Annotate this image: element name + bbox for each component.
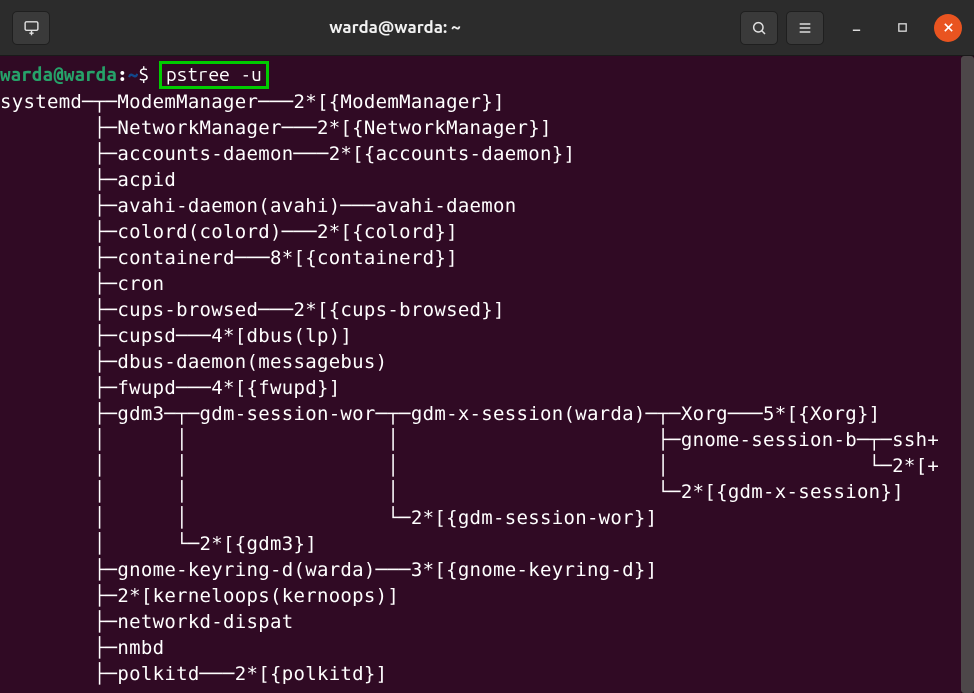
close-icon — [943, 22, 954, 33]
window-title: warda@warda: ~ — [58, 18, 732, 37]
prompt-symbol: $ — [138, 63, 149, 85]
prompt-line: warda@warda:~$ pstree -u — [0, 56, 974, 89]
minimize-button[interactable] — [842, 14, 870, 42]
hamburger-icon — [797, 20, 813, 36]
command-text: pstree -u — [159, 61, 269, 89]
search-button[interactable] — [740, 11, 778, 45]
prompt-separator: : — [117, 63, 128, 85]
titlebar: warda@warda: ~ — [0, 0, 974, 56]
search-icon — [751, 20, 767, 36]
prompt-path: ~ — [128, 63, 139, 85]
close-button[interactable] — [934, 14, 962, 42]
scrollbar-thumb[interactable] — [961, 56, 974, 693]
prompt-user-host: warda@warda — [0, 63, 117, 85]
titlebar-left — [12, 11, 50, 45]
new-tab-button[interactable] — [12, 11, 50, 45]
maximize-button[interactable] — [888, 14, 916, 42]
menu-button[interactable] — [786, 11, 824, 45]
maximize-icon — [897, 22, 908, 33]
scrollbar[interactable] — [961, 56, 974, 693]
titlebar-right — [740, 11, 962, 45]
new-tab-icon — [23, 19, 40, 36]
terminal-output: systemd─┬─ModemManager───2*[{ModemManage… — [0, 89, 974, 687]
minimize-icon — [851, 22, 862, 33]
terminal-area[interactable]: warda@warda:~$ pstree -u systemd─┬─Modem… — [0, 56, 974, 693]
